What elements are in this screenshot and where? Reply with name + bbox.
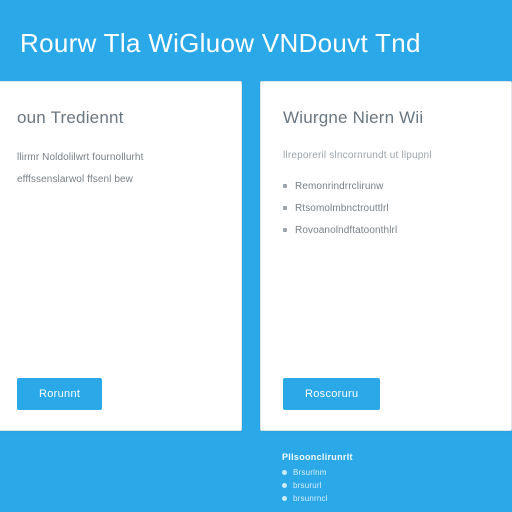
page-header: Rourw Tla WiGluow VNDouvt Tnd xyxy=(0,0,512,81)
dot-icon xyxy=(282,496,287,501)
card-left: oun Trediennt llirmr Noldolilwrt fournol… xyxy=(0,81,242,431)
card-right-subtitle: llreporeril slncornrundt ut llpupnl xyxy=(283,150,489,161)
card-left-actions: Rorunnt xyxy=(17,378,219,410)
footer-item: brsururl xyxy=(282,481,432,490)
footer-legend: Pllsoonclirunrlt Brsurlnm brsururl brsun… xyxy=(282,452,432,503)
footer-item: Brsurlnm xyxy=(282,468,432,477)
card-right-line: Rovoanolndftatoonthlrl xyxy=(283,223,489,239)
card-right-line: Remonrindrrclirunw xyxy=(283,179,489,195)
card-right-title: Wiurgne Niern Wii xyxy=(283,108,489,128)
card-right-line: Rtsomolmbnctrouttlrl xyxy=(283,201,489,217)
footer-item-label: Brsurlnm xyxy=(293,468,327,477)
card-row: oun Trediennt llirmr Noldolilwrt fournol… xyxy=(0,81,512,512)
card-left-title: oun Trediennt xyxy=(17,108,219,128)
footer-items: Brsurlnm brsururl brsunrncl xyxy=(282,468,432,503)
card-right-cta-button[interactable]: Roscoruru xyxy=(283,378,380,410)
page: Rourw Tla WiGluow VNDouvt Tnd oun Tredie… xyxy=(0,0,512,512)
footer-item-label: brsururl xyxy=(293,481,322,490)
card-left-cta-button[interactable]: Rorunnt xyxy=(17,378,102,410)
card-left-body: llirmr Noldolilwrt fournollurht efffssen… xyxy=(17,150,219,378)
card-left-line: llirmr Noldolilwrt fournollurht xyxy=(17,150,219,166)
card-right-actions: Roscoruru xyxy=(283,378,489,410)
page-title: Rourw Tla WiGluow VNDouvt Tnd xyxy=(20,28,492,59)
card-right-list: Remonrindrrclirunw Rtsomolmbnctrouttlrl … xyxy=(283,179,489,378)
footer-item-label: brsunrncl xyxy=(293,494,328,503)
footer-heading: Pllsoonclirunrlt xyxy=(282,452,432,462)
card-left-line: efffssenslarwol ffsenl bew xyxy=(17,172,219,188)
card-right: Wiurgne Niern Wii llreporeril slncornrun… xyxy=(260,81,512,431)
dot-icon xyxy=(282,483,287,488)
dot-icon xyxy=(282,470,287,475)
footer-item: brsunrncl xyxy=(282,494,432,503)
